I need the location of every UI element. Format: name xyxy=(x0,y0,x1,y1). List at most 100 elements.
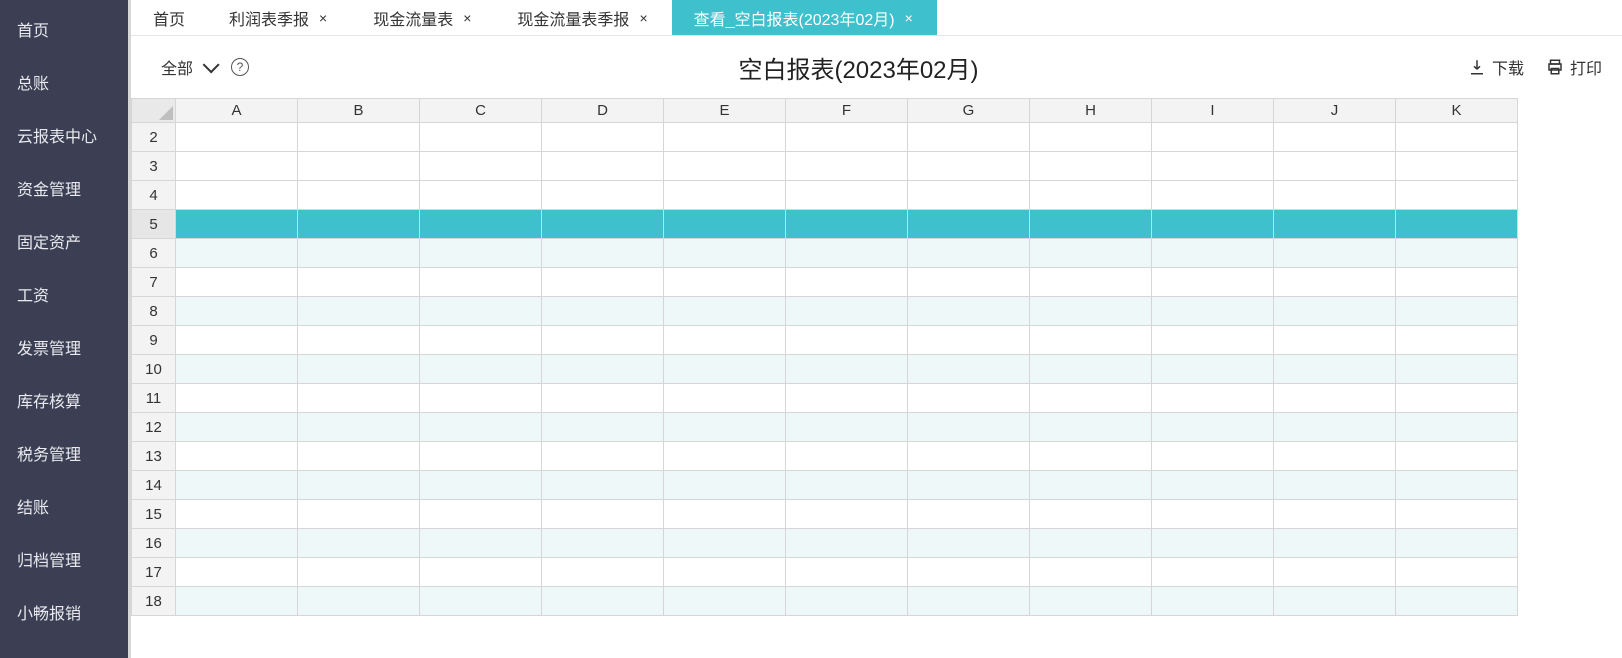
cell[interactable] xyxy=(1152,152,1274,181)
cell[interactable] xyxy=(420,210,542,239)
cell[interactable] xyxy=(1152,239,1274,268)
cell[interactable] xyxy=(1152,181,1274,210)
cell[interactable] xyxy=(1152,268,1274,297)
cell[interactable] xyxy=(176,297,298,326)
cell[interactable] xyxy=(420,384,542,413)
column-header[interactable]: B xyxy=(298,99,420,123)
cell[interactable] xyxy=(176,413,298,442)
cell[interactable] xyxy=(298,181,420,210)
cell[interactable] xyxy=(420,326,542,355)
cell[interactable] xyxy=(786,181,908,210)
cell[interactable] xyxy=(1030,297,1152,326)
cell[interactable] xyxy=(176,239,298,268)
cell[interactable] xyxy=(298,558,420,587)
row-header[interactable]: 10 xyxy=(132,355,176,384)
cell[interactable] xyxy=(908,123,1030,152)
cell[interactable] xyxy=(908,355,1030,384)
cell[interactable] xyxy=(1274,471,1396,500)
row-header[interactable]: 13 xyxy=(132,442,176,471)
help-icon[interactable]: ? xyxy=(231,58,249,76)
row-header[interactable]: 7 xyxy=(132,268,176,297)
cell[interactable] xyxy=(1274,181,1396,210)
cell[interactable] xyxy=(298,268,420,297)
cell[interactable] xyxy=(1274,123,1396,152)
cell[interactable] xyxy=(542,471,664,500)
row-header[interactable]: 15 xyxy=(132,500,176,529)
grid[interactable]: ABCDEFGHIJK23456789101112131415161718 xyxy=(131,98,1518,616)
cell[interactable] xyxy=(298,210,420,239)
cell[interactable] xyxy=(1396,297,1518,326)
cell[interactable] xyxy=(176,123,298,152)
cell[interactable] xyxy=(786,355,908,384)
cell[interactable] xyxy=(1274,558,1396,587)
cell[interactable] xyxy=(298,587,420,616)
cell[interactable] xyxy=(1274,587,1396,616)
cell[interactable] xyxy=(664,529,786,558)
row-header[interactable]: 16 xyxy=(132,529,176,558)
column-header[interactable]: D xyxy=(542,99,664,123)
row-header[interactable]: 14 xyxy=(132,471,176,500)
row-header[interactable]: 9 xyxy=(132,326,176,355)
cell[interactable] xyxy=(1274,355,1396,384)
column-header[interactable]: I xyxy=(1152,99,1274,123)
cell[interactable] xyxy=(1152,587,1274,616)
cell[interactable] xyxy=(1274,239,1396,268)
cell[interactable] xyxy=(1152,558,1274,587)
cell[interactable] xyxy=(1396,500,1518,529)
cell[interactable] xyxy=(298,239,420,268)
row-header[interactable]: 5 xyxy=(132,210,176,239)
cell[interactable] xyxy=(1030,123,1152,152)
tab-cashflow[interactable]: 现金流量表 × xyxy=(351,0,495,35)
cell[interactable] xyxy=(1030,268,1152,297)
cell[interactable] xyxy=(1396,123,1518,152)
cell[interactable] xyxy=(542,355,664,384)
cell[interactable] xyxy=(786,471,908,500)
cell[interactable] xyxy=(542,587,664,616)
close-icon[interactable]: × xyxy=(317,11,329,25)
cell[interactable] xyxy=(420,181,542,210)
cell[interactable] xyxy=(664,413,786,442)
row-header[interactable]: 4 xyxy=(132,181,176,210)
cell[interactable] xyxy=(908,326,1030,355)
cell[interactable] xyxy=(298,413,420,442)
row-header[interactable]: 6 xyxy=(132,239,176,268)
cell[interactable] xyxy=(786,297,908,326)
cell[interactable] xyxy=(664,123,786,152)
cell[interactable] xyxy=(420,297,542,326)
column-header[interactable]: H xyxy=(1030,99,1152,123)
cell[interactable] xyxy=(298,529,420,558)
cell[interactable] xyxy=(908,442,1030,471)
cell[interactable] xyxy=(298,326,420,355)
cell[interactable] xyxy=(542,529,664,558)
cell[interactable] xyxy=(664,326,786,355)
cell[interactable] xyxy=(420,471,542,500)
sidebar-item-salary[interactable]: 工资 xyxy=(0,267,128,320)
sidebar-item-tax[interactable]: 税务管理 xyxy=(0,426,128,479)
cell[interactable] xyxy=(420,152,542,181)
cell[interactable] xyxy=(1396,355,1518,384)
cell[interactable] xyxy=(1152,355,1274,384)
spreadsheet[interactable]: ABCDEFGHIJK23456789101112131415161718 xyxy=(131,98,1622,658)
cell[interactable] xyxy=(298,500,420,529)
cell[interactable] xyxy=(908,558,1030,587)
sidebar-item-funds[interactable]: 资金管理 xyxy=(0,161,128,214)
cell[interactable] xyxy=(1274,152,1396,181)
cell[interactable] xyxy=(786,268,908,297)
cell[interactable] xyxy=(542,123,664,152)
sidebar-item-expense[interactable]: 小畅报销 xyxy=(0,585,128,638)
cell[interactable] xyxy=(908,181,1030,210)
cell[interactable] xyxy=(1274,210,1396,239)
sidebar-item-closing[interactable]: 结账 xyxy=(0,479,128,532)
cell[interactable] xyxy=(664,384,786,413)
cell[interactable] xyxy=(1396,471,1518,500)
cell[interactable] xyxy=(1030,471,1152,500)
cell[interactable] xyxy=(1030,413,1152,442)
sidebar-item-ledger[interactable]: 总账 xyxy=(0,55,128,108)
cell[interactable] xyxy=(908,297,1030,326)
cell[interactable] xyxy=(1396,558,1518,587)
cell[interactable] xyxy=(542,500,664,529)
cell[interactable] xyxy=(1152,123,1274,152)
cell[interactable] xyxy=(1030,442,1152,471)
close-icon[interactable]: × xyxy=(461,11,473,25)
tab-home[interactable]: 首页 xyxy=(131,0,207,35)
